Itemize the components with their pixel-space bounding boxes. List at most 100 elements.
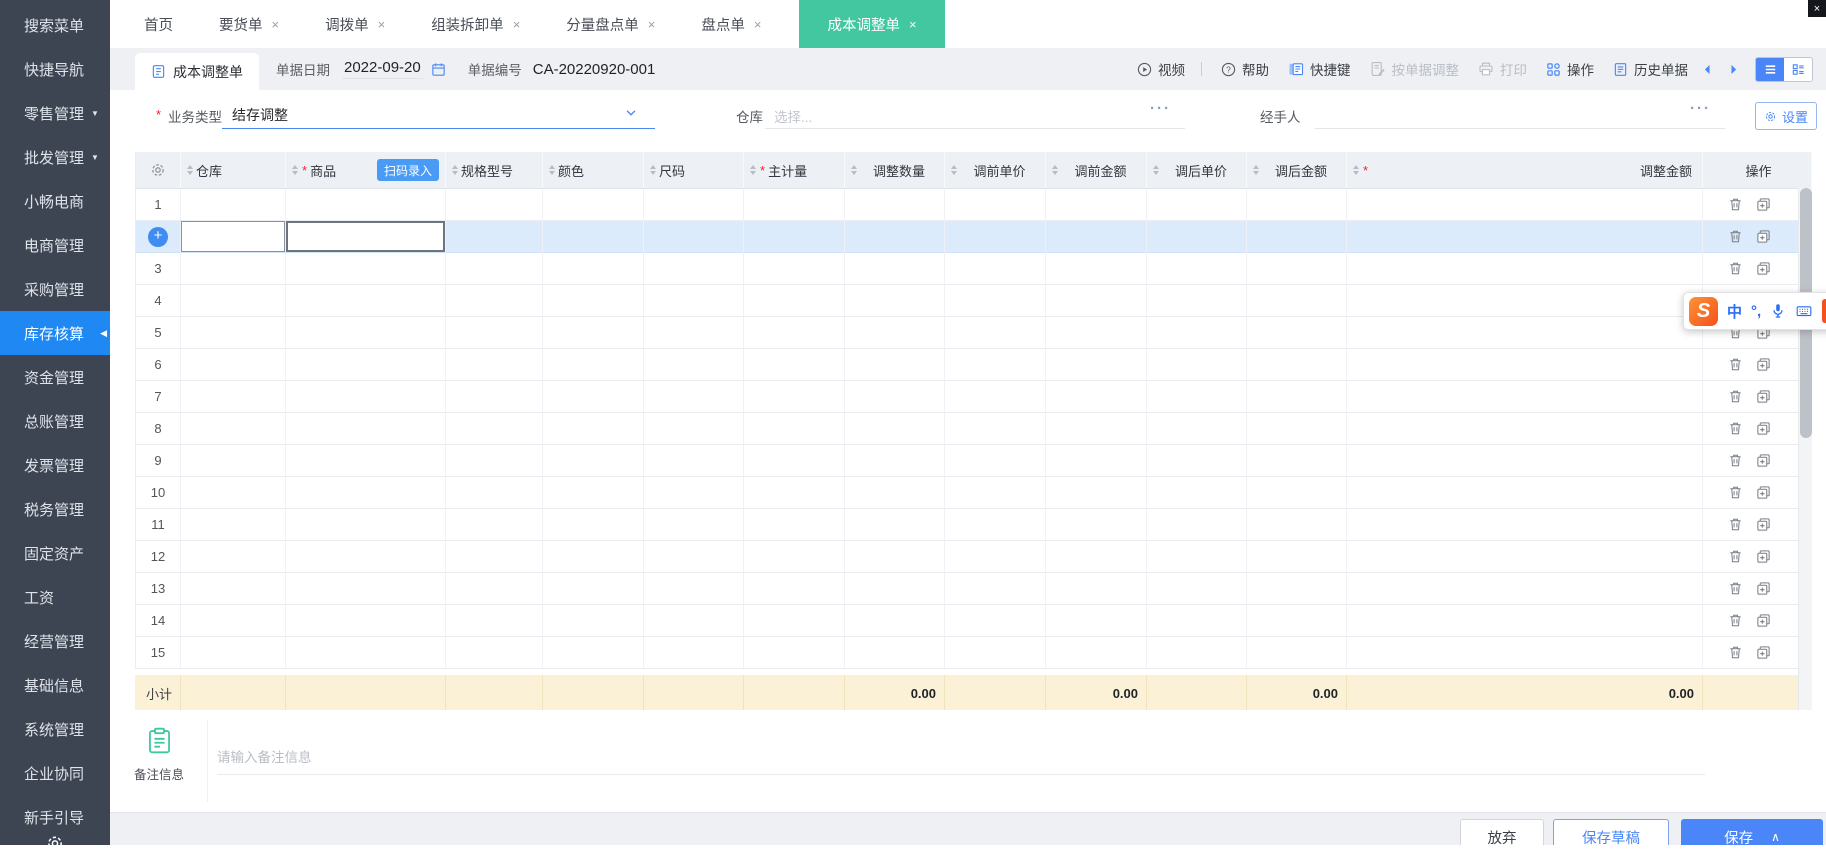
settings-button[interactable]: 设置 xyxy=(1755,102,1817,130)
table-cell[interactable] xyxy=(744,605,845,637)
table-cell[interactable] xyxy=(543,221,644,253)
table-cell[interactable] xyxy=(1147,605,1247,637)
copy-row-icon[interactable] xyxy=(1756,517,1771,532)
table-cell[interactable] xyxy=(945,605,1046,637)
warehouse-more-icon[interactable]: ··· xyxy=(1150,100,1171,117)
close-icon[interactable]: × xyxy=(513,17,521,32)
table-cell[interactable] xyxy=(744,317,845,349)
col-header-1[interactable]: * 商品 扫码录入 xyxy=(286,152,446,188)
table-cell[interactable] xyxy=(1347,285,1703,317)
sidebar-item-17[interactable]: 企业协同 xyxy=(0,751,110,795)
discard-button[interactable]: 放弃 xyxy=(1460,819,1544,845)
table-cell[interactable] xyxy=(446,605,543,637)
table-cell[interactable] xyxy=(1347,477,1703,509)
table-cell[interactable] xyxy=(945,317,1046,349)
toolbar-action-5[interactable]: 操作 xyxy=(1546,59,1594,79)
table-cell[interactable] xyxy=(1147,253,1247,285)
tab-3[interactable]: 组装拆卸单 × xyxy=(423,0,528,48)
table-cell[interactable] xyxy=(1247,349,1347,381)
sidebar-item-15[interactable]: 基础信息 xyxy=(0,663,110,707)
table-cell[interactable] xyxy=(1347,381,1703,413)
trash-icon[interactable] xyxy=(1728,453,1743,468)
table-cell[interactable] xyxy=(1046,381,1147,413)
table-cell[interactable] xyxy=(1046,541,1147,573)
sort-icon[interactable] xyxy=(650,165,656,175)
table-cell[interactable] xyxy=(543,189,644,221)
sidebar-item-14[interactable]: 经营管理 xyxy=(0,619,110,663)
table-cell[interactable] xyxy=(1347,317,1703,349)
card-view-icon[interactable] xyxy=(1784,57,1812,81)
col-header-2[interactable]: 规格型号 xyxy=(446,152,543,188)
table-cell[interactable] xyxy=(945,253,1046,285)
table-cell[interactable] xyxy=(286,445,446,477)
table-cell[interactable] xyxy=(644,189,744,221)
table-cell[interactable] xyxy=(543,381,644,413)
table-cell[interactable] xyxy=(744,637,845,669)
table-cell[interactable] xyxy=(845,413,945,445)
table-cell[interactable] xyxy=(181,637,286,669)
table-cell[interactable] xyxy=(1046,253,1147,285)
table-cell[interactable] xyxy=(644,221,744,253)
sidebar-item-2[interactable]: 零售管理 ▼ xyxy=(0,91,110,135)
table-cell[interactable] xyxy=(644,477,744,509)
table-cell[interactable] xyxy=(845,253,945,285)
table-cell[interactable] xyxy=(845,637,945,669)
sidebar-item-16[interactable]: 系统管理 xyxy=(0,707,110,751)
sort-icon[interactable] xyxy=(1052,165,1058,175)
table-cell[interactable] xyxy=(644,573,744,605)
table-cell[interactable] xyxy=(181,541,286,573)
table-cell[interactable] xyxy=(446,349,543,381)
table-cell[interactable] xyxy=(286,477,446,509)
table-cell[interactable] xyxy=(644,413,744,445)
table-cell[interactable] xyxy=(1247,285,1347,317)
table-cell[interactable] xyxy=(845,605,945,637)
ime-mic-icon[interactable] xyxy=(1770,303,1786,319)
table-cell[interactable] xyxy=(1247,253,1347,285)
table-cell[interactable] xyxy=(286,381,446,413)
table-cell[interactable] xyxy=(1347,253,1703,285)
table-cell[interactable] xyxy=(644,509,744,541)
sidebar-item-0[interactable]: 搜索菜单 xyxy=(0,3,110,47)
copy-row-icon[interactable] xyxy=(1756,197,1771,212)
sidebar-item-13[interactable]: 工资 xyxy=(0,575,110,619)
trash-icon[interactable] xyxy=(1728,357,1743,372)
table-cell[interactable] xyxy=(1147,541,1247,573)
table-cell[interactable] xyxy=(543,541,644,573)
table-cell[interactable] xyxy=(181,413,286,445)
trash-icon[interactable] xyxy=(1728,229,1743,244)
table-cell[interactable] xyxy=(1046,317,1147,349)
table-cell[interactable] xyxy=(1147,221,1247,253)
add-row-button[interactable]: + xyxy=(148,226,168,247)
sidebar-item-6[interactable]: 采购管理 xyxy=(0,267,110,311)
tab-2[interactable]: 调拨单 × xyxy=(317,0,393,48)
prev-arrow-icon[interactable] xyxy=(1701,63,1714,76)
doc-subtab[interactable]: 成本调整单 xyxy=(135,53,259,90)
copy-row-icon[interactable] xyxy=(1756,357,1771,372)
copy-row-icon[interactable] xyxy=(1756,549,1771,564)
close-icon[interactable]: × xyxy=(272,17,280,32)
table-cell[interactable] xyxy=(446,317,543,349)
table-cell[interactable] xyxy=(446,509,543,541)
table-cell[interactable] xyxy=(1147,189,1247,221)
close-icon[interactable]: × xyxy=(754,17,762,32)
table-cell[interactable] xyxy=(1347,509,1703,541)
table-cell[interactable] xyxy=(286,573,446,605)
table-cell[interactable] xyxy=(1046,509,1147,541)
table-cell[interactable] xyxy=(181,477,286,509)
table-cell[interactable] xyxy=(286,541,446,573)
trash-icon[interactable] xyxy=(1728,581,1743,596)
table-cell[interactable] xyxy=(845,221,945,253)
table-cell[interactable] xyxy=(945,221,1046,253)
table-cell[interactable] xyxy=(1046,413,1147,445)
table-cell[interactable] xyxy=(543,253,644,285)
warehouse-select[interactable]: 选择... xyxy=(774,106,812,126)
table-cell[interactable] xyxy=(1247,573,1347,605)
table-cell[interactable] xyxy=(1147,477,1247,509)
table-cell[interactable] xyxy=(181,189,286,221)
table-cell[interactable] xyxy=(181,509,286,541)
sidebar-item-4[interactable]: 小畅电商 xyxy=(0,179,110,223)
table-settings-header[interactable] xyxy=(135,152,181,188)
chevron-down-icon[interactable] xyxy=(624,106,638,120)
table-cell[interactable] xyxy=(744,381,845,413)
trash-icon[interactable] xyxy=(1728,645,1743,660)
